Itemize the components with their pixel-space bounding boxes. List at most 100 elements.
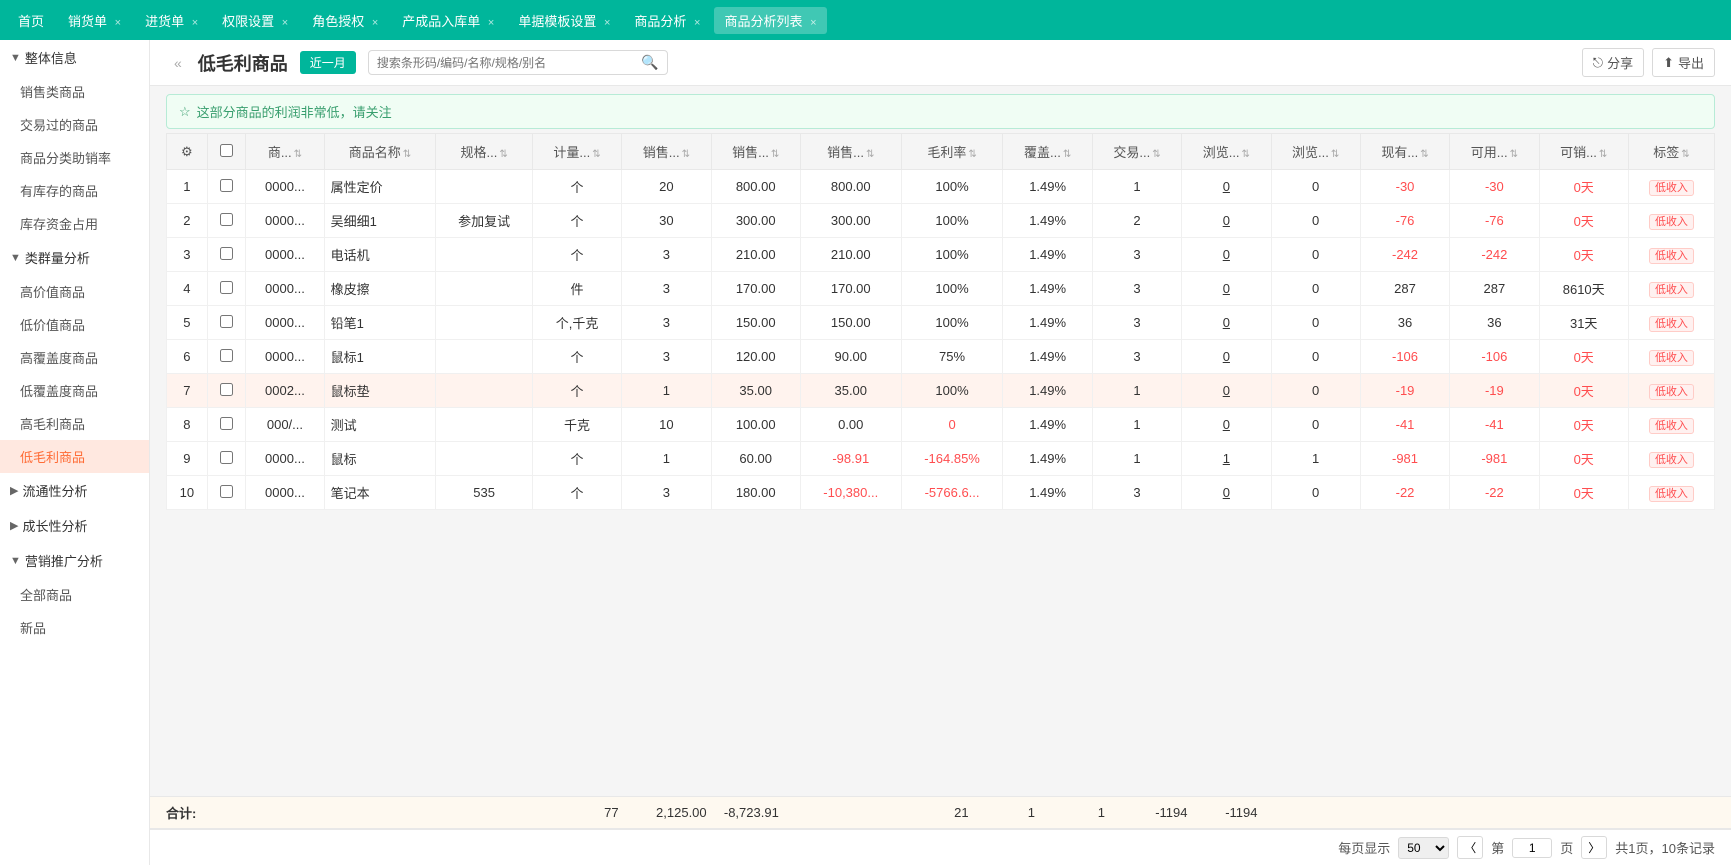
select-all-checkbox[interactable] xyxy=(220,144,233,157)
time-filter-button[interactable]: 近一月 xyxy=(300,51,356,74)
sidebar-item-low-coverage[interactable]: 低覆盖度商品 xyxy=(0,374,149,407)
row-views1[interactable]: 0 xyxy=(1182,340,1271,374)
search-icon[interactable]: 🔍 xyxy=(641,54,658,71)
col-saleable[interactable]: 可销...⇅ xyxy=(1539,134,1628,170)
col-gross-margin[interactable]: 毛利率⇅ xyxy=(901,134,1003,170)
col-sales-qty[interactable]: 销售...⇅ xyxy=(622,134,711,170)
sidebar-item-traded-goods[interactable]: 交易过的商品 xyxy=(0,108,149,141)
nav-purchase[interactable]: 进货单 × xyxy=(135,7,208,34)
sidebar-item-in-stock[interactable]: 有库存的商品 xyxy=(0,174,149,207)
close-perm-icon[interactable]: × xyxy=(282,17,288,29)
nav-goods-analysis[interactable]: 商品分析 × xyxy=(624,7,710,34)
table-row: 9 0000... 鼠标 个 1 60.00 -98.91 -164.85% 1… xyxy=(167,442,1715,476)
row-checkbox[interactable] xyxy=(207,442,246,476)
row-checkbox[interactable] xyxy=(207,238,246,272)
footer-trade: 21 xyxy=(926,805,996,820)
sidebar-group-overview[interactable]: ▼ 整体信息 xyxy=(0,40,149,75)
nav-goods-list[interactable]: 商品分析列表 × xyxy=(714,7,826,34)
col-spec[interactable]: 规格...⇅ xyxy=(436,134,532,170)
nav-product-in[interactable]: 产成品入库单 × xyxy=(392,7,504,34)
nav-home[interactable]: 首页 xyxy=(8,7,54,34)
row-checkbox[interactable] xyxy=(207,272,246,306)
row-select-checkbox[interactable] xyxy=(220,247,233,260)
nav-sales[interactable]: 销货单 × xyxy=(58,7,131,34)
row-views1[interactable]: 0 xyxy=(1182,238,1271,272)
col-settings[interactable]: ⚙ xyxy=(167,134,208,170)
col-sales-amount[interactable]: 销售...⇅ xyxy=(711,134,800,170)
row-views1[interactable]: 0 xyxy=(1182,272,1271,306)
close-prod-icon[interactable]: × xyxy=(488,17,494,29)
col-coverage[interactable]: 覆盖...⇅ xyxy=(1003,134,1092,170)
export-button[interactable]: ⬆ 导出 xyxy=(1652,48,1715,77)
row-views1[interactable]: 0 xyxy=(1182,306,1271,340)
row-select-checkbox[interactable] xyxy=(220,417,233,430)
row-views1[interactable]: 0 xyxy=(1182,476,1271,510)
col-tag[interactable]: 标签⇅ xyxy=(1628,134,1714,170)
nav-permission[interactable]: 权限设置 × xyxy=(212,7,298,34)
row-views1[interactable]: 0 xyxy=(1182,204,1271,238)
sidebar-item-sales-goods[interactable]: 销售类商品 xyxy=(0,75,149,108)
sidebar-group-growth[interactable]: ▶ 成长性分析 xyxy=(0,508,149,543)
per-page-select[interactable]: 50 100 200 xyxy=(1398,837,1449,859)
col-current-stock[interactable]: 现有...⇅ xyxy=(1360,134,1449,170)
col-views2[interactable]: 浏览...⇅ xyxy=(1271,134,1360,170)
row-select-checkbox[interactable] xyxy=(220,349,233,362)
row-tag: 低收入 xyxy=(1628,170,1714,204)
col-checkbox[interactable] xyxy=(207,134,246,170)
row-checkbox[interactable] xyxy=(207,340,246,374)
next-page-btn[interactable]: 〉 xyxy=(1581,836,1607,859)
col-views1[interactable]: 浏览...⇅ xyxy=(1182,134,1271,170)
sidebar-item-high-price[interactable]: 高价值商品 xyxy=(0,275,149,308)
row-checkbox[interactable] xyxy=(207,170,246,204)
sidebar-group-cluster[interactable]: ▼ 类群量分析 xyxy=(0,240,149,275)
row-views1[interactable]: 0 xyxy=(1182,170,1271,204)
row-views1[interactable]: 0 xyxy=(1182,408,1271,442)
row-select-checkbox[interactable] xyxy=(220,179,233,192)
row-select-checkbox[interactable] xyxy=(220,281,233,294)
sidebar-item-new-goods[interactable]: 新品 xyxy=(0,611,149,644)
sidebar-group-marketing[interactable]: ▼ 营销推广分析 xyxy=(0,543,149,578)
row-checkbox[interactable] xyxy=(207,408,246,442)
sidebar-item-stock-value[interactable]: 库存资金占用 xyxy=(0,207,149,240)
page-input[interactable] xyxy=(1512,838,1552,858)
search-input[interactable] xyxy=(377,56,642,70)
col-trade[interactable]: 交易...⇅ xyxy=(1092,134,1181,170)
row-sales-qty: 10 xyxy=(622,408,711,442)
close-ga-icon[interactable]: × xyxy=(694,17,700,29)
row-checkbox[interactable] xyxy=(207,306,246,340)
close-gl-icon[interactable]: × xyxy=(810,17,816,29)
col-unit[interactable]: 计量...⇅ xyxy=(532,134,621,170)
row-views1[interactable]: 0 xyxy=(1182,374,1271,408)
table-row: 1 0000... 属性定价 个 20 800.00 800.00 100% 1… xyxy=(167,170,1715,204)
sidebar-item-low-margin[interactable]: 低毛利商品 xyxy=(0,440,149,473)
close-role-icon[interactable]: × xyxy=(372,17,378,29)
col-available[interactable]: 可用...⇅ xyxy=(1450,134,1539,170)
row-select-checkbox[interactable] xyxy=(220,383,233,396)
sidebar-item-all-goods[interactable]: 全部商品 xyxy=(0,578,149,611)
col-name[interactable]: 商品名称⇅ xyxy=(324,134,436,170)
row-select-checkbox[interactable] xyxy=(220,485,233,498)
sidebar-group-flow[interactable]: ▶ 流通性分析 xyxy=(0,473,149,508)
nav-role[interactable]: 角色授权 × xyxy=(302,7,388,34)
row-select-checkbox[interactable] xyxy=(220,315,233,328)
row-current-stock: -981 xyxy=(1360,442,1449,476)
sidebar-item-high-coverage[interactable]: 高覆盖度商品 xyxy=(0,341,149,374)
col-code[interactable]: 商...⇅ xyxy=(246,134,324,170)
row-checkbox[interactable] xyxy=(207,204,246,238)
sidebar-item-low-price[interactable]: 低价值商品 xyxy=(0,308,149,341)
share-button[interactable]: ⎋ 分享 xyxy=(1582,48,1644,77)
prev-page-btn[interactable]: 〈 xyxy=(1457,836,1483,859)
sidebar-item-category-rate[interactable]: 商品分类助销率 xyxy=(0,141,149,174)
row-checkbox[interactable] xyxy=(207,476,246,510)
close-sales-icon[interactable]: × xyxy=(115,17,121,29)
row-select-checkbox[interactable] xyxy=(220,451,233,464)
nav-template[interactable]: 单据模板设置 × xyxy=(508,7,620,34)
col-sales-profit[interactable]: 销售...⇅ xyxy=(800,134,901,170)
close-purchase-icon[interactable]: × xyxy=(192,17,198,29)
collapse-sidebar-btn[interactable]: « xyxy=(170,51,186,75)
sidebar-item-high-margin[interactable]: 高毛利商品 xyxy=(0,407,149,440)
row-checkbox[interactable] xyxy=(207,374,246,408)
row-views1[interactable]: 1 xyxy=(1182,442,1271,476)
row-select-checkbox[interactable] xyxy=(220,213,233,226)
close-tmpl-icon[interactable]: × xyxy=(604,17,610,29)
